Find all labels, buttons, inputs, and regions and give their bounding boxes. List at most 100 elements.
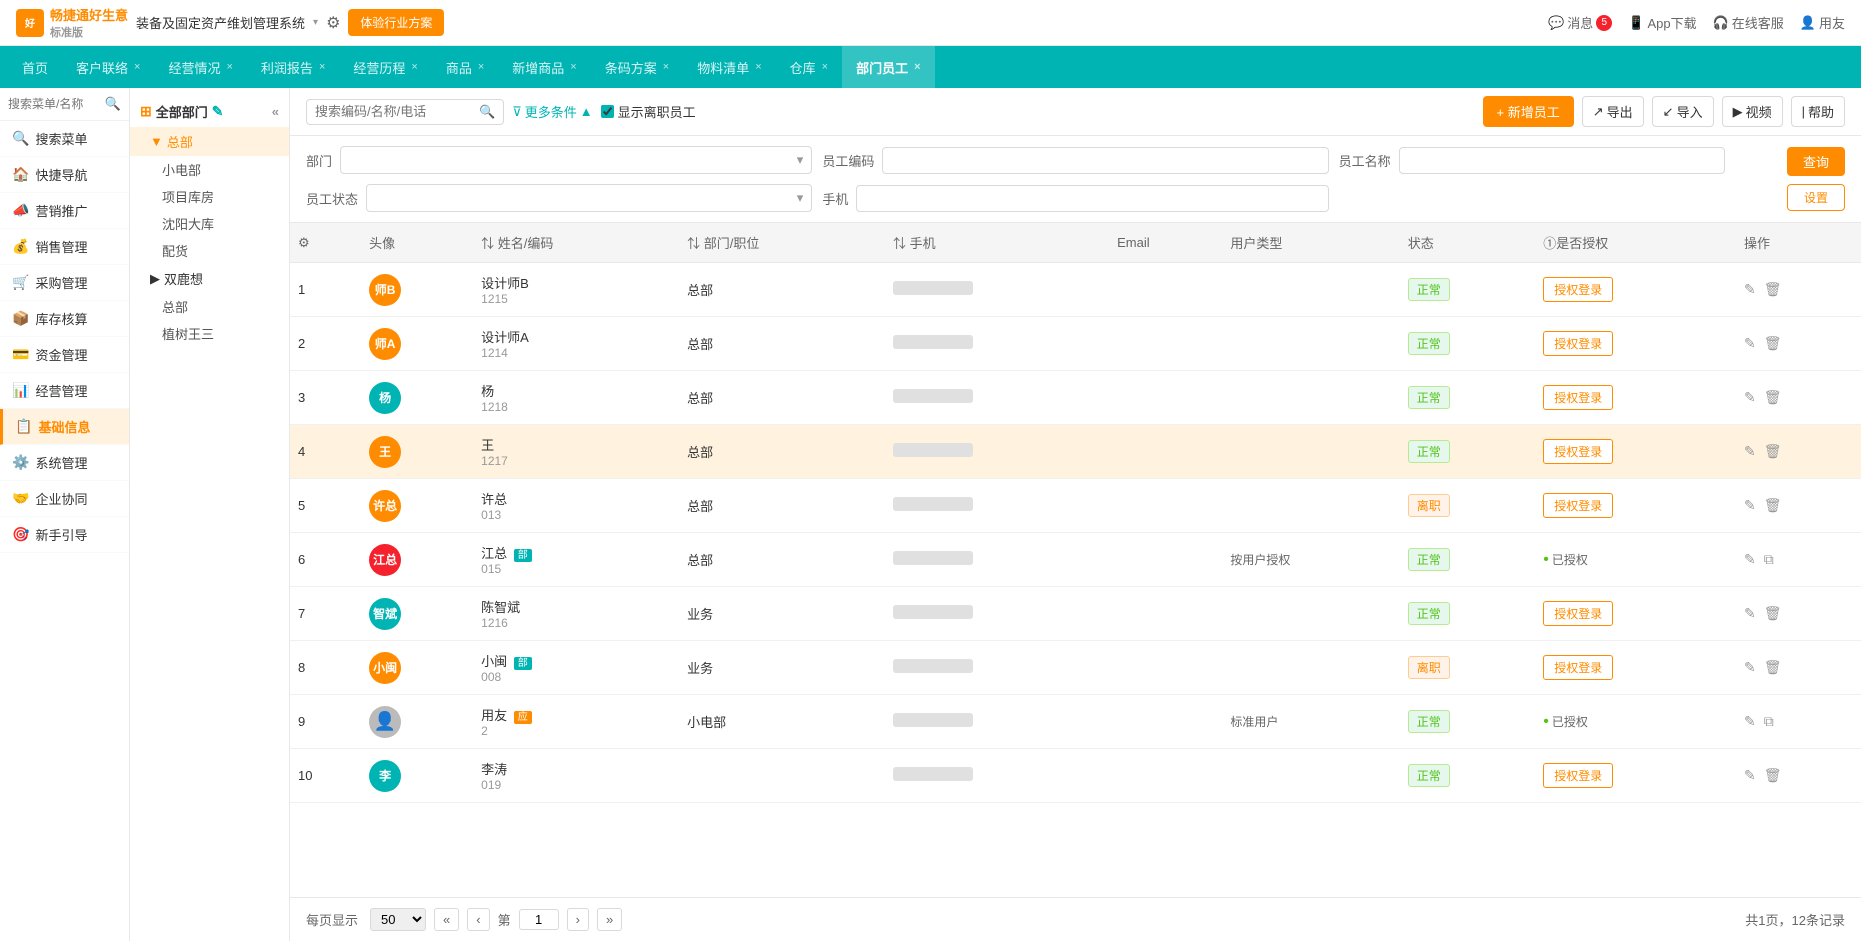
tab-bom[interactable]: 物料清单 ×	[683, 46, 775, 88]
delete-icon[interactable]: 🗑	[1764, 497, 1782, 514]
tab-business[interactable]: 经营情况 ×	[154, 46, 246, 88]
auth-login-button[interactable]: 授权登录	[1543, 277, 1613, 302]
tab-close-bom[interactable]: ×	[755, 61, 761, 73]
settings-icon[interactable]: ⚙	[326, 13, 340, 33]
filter-emp-status-select[interactable]: ▾	[366, 184, 812, 212]
dept-item-xiao-dian[interactable]: 小电部	[130, 156, 289, 183]
delete-icon[interactable]: 🗑	[1764, 443, 1782, 460]
delete-icon[interactable]: 🗑	[1764, 767, 1782, 784]
dept-item-shenyang[interactable]: 沈阳大库	[130, 210, 289, 237]
edit-icon[interactable]: ✎	[1744, 443, 1756, 460]
filter-emp-code-input[interactable]	[882, 147, 1328, 174]
col-settings[interactable]: ⚙	[290, 223, 361, 263]
query-button[interactable]: 查询	[1787, 147, 1845, 176]
sidebar-item-operation[interactable]: 📊经营管理	[0, 373, 129, 409]
edit-icon[interactable]: ✎	[1744, 389, 1756, 406]
dept-all-label[interactable]: 全部部门	[156, 102, 208, 121]
tab-close-dept[interactable]: ×	[914, 61, 920, 73]
show-resigned-label[interactable]: 显示离职员工	[618, 102, 696, 121]
view-button[interactable]: ▶ 视频	[1722, 96, 1783, 127]
sidebar-item-nav[interactable]: 🏠快捷导航	[0, 157, 129, 193]
sidebar-item-finance[interactable]: 💳资金管理	[0, 337, 129, 373]
auth-login-button[interactable]: 授权登录	[1543, 655, 1613, 680]
auth-login-button[interactable]: 授权登录	[1543, 385, 1613, 410]
page-number-input[interactable]	[519, 909, 559, 930]
sidebar-item-search[interactable]: 🔍搜索菜单	[0, 121, 129, 157]
dept-item-project[interactable]: 项目库房	[130, 183, 289, 210]
tab-close-profit[interactable]: ×	[319, 61, 325, 73]
tab-home[interactable]: 首页	[8, 46, 62, 88]
delete-icon[interactable]: 🗑	[1764, 605, 1782, 622]
delete-icon[interactable]: 🗑	[1764, 281, 1782, 298]
last-page-button[interactable]: »	[597, 908, 622, 931]
tab-close-customer[interactable]: ×	[134, 61, 140, 73]
edit-icon[interactable]: ✎	[1744, 497, 1756, 514]
sidebar-search-input[interactable]	[8, 97, 105, 111]
tab-new-goods[interactable]: 新增商品 ×	[498, 46, 590, 88]
tab-close-goods[interactable]: ×	[478, 61, 484, 73]
tab-close-barcode[interactable]: ×	[663, 61, 669, 73]
show-resigned-checkbox[interactable]	[601, 105, 614, 118]
dept-item-shuanglu[interactable]: ▶ 双鹿想	[130, 264, 289, 293]
sidebar-item-sales[interactable]: 💰销售管理	[0, 229, 129, 265]
first-page-button[interactable]: «	[434, 908, 459, 931]
edit-icon[interactable]: ✎	[1744, 713, 1756, 730]
col-dept-pos[interactable]: ⇅ 部门/职位	[679, 223, 885, 263]
tab-close-history[interactable]: ×	[411, 61, 417, 73]
dept-item-hq-parent[interactable]: ▼ 总部	[130, 127, 289, 156]
edit-icon[interactable]: ✎	[1744, 281, 1756, 298]
filter-dept-select[interactable]: ▾	[340, 146, 812, 174]
tab-dept-staff[interactable]: 部门员工 ×	[842, 46, 934, 88]
per-page-select[interactable]: 50 20 100	[370, 908, 426, 931]
tab-close-new-goods[interactable]: ×	[570, 61, 576, 73]
delete-icon[interactable]: 🗑	[1764, 389, 1782, 406]
add-employee-button[interactable]: + 新增员工	[1483, 96, 1574, 127]
filter-phone-input[interactable]	[856, 185, 1328, 212]
tab-close-warehouse[interactable]: ×	[822, 61, 828, 73]
search-input[interactable]	[315, 104, 475, 119]
edit-icon[interactable]: ✎	[1744, 605, 1756, 622]
sidebar-item-collab[interactable]: 🤝企业协同	[0, 481, 129, 517]
sidebar-item-marketing[interactable]: 📣营销推广	[0, 193, 129, 229]
reset-button[interactable]: 设置	[1787, 184, 1845, 211]
auth-login-button[interactable]: 授权登录	[1543, 763, 1613, 788]
auth-login-button[interactable]: 授权登录	[1543, 493, 1613, 518]
dept-collapse-icon[interactable]: «	[272, 104, 279, 119]
tab-customer[interactable]: 客户联络 ×	[62, 46, 154, 88]
sidebar-item-inventory[interactable]: 📦库存核算	[0, 301, 129, 337]
edit-icon[interactable]: ✎	[1744, 335, 1756, 352]
dept-item-distribution[interactable]: 配货	[130, 237, 289, 264]
tab-goods[interactable]: 商品 ×	[432, 46, 498, 88]
delete-icon[interactable]: 🗑	[1764, 335, 1782, 352]
col-phone[interactable]: ⇅ 手机	[885, 223, 1109, 263]
sidebar-item-purchase[interactable]: 🛒采购管理	[0, 265, 129, 301]
tab-barcode[interactable]: 条码方案 ×	[591, 46, 683, 88]
dept-item-zongbu[interactable]: 总部	[130, 293, 289, 320]
copy-icon[interactable]: ⧉	[1764, 551, 1774, 568]
export-button[interactable]: ↗ 导出	[1582, 96, 1644, 127]
tab-profit[interactable]: 利润报告 ×	[247, 46, 339, 88]
more-filter-btn[interactable]: ⊽ 更多条件 ▲	[512, 102, 592, 121]
filter-emp-name-input[interactable]	[1399, 147, 1725, 174]
next-page-button[interactable]: ›	[567, 908, 589, 931]
import-button[interactable]: ↙ 导入	[1652, 96, 1714, 127]
prev-page-button[interactable]: ‹	[467, 908, 489, 931]
dept-item-planting[interactable]: 植树王三	[130, 320, 289, 347]
auth-login-button[interactable]: 授权登录	[1543, 439, 1613, 464]
tab-history[interactable]: 经营历程 ×	[339, 46, 431, 88]
edit-icon[interactable]: ✎	[1744, 659, 1756, 676]
sidebar-item-guide[interactable]: 🎯新手引导	[0, 517, 129, 553]
auth-login-button[interactable]: 授权登录	[1543, 331, 1613, 356]
sidebar-item-system[interactable]: ⚙️系统管理	[0, 445, 129, 481]
help-button[interactable]: | 帮助	[1791, 96, 1845, 127]
col-name-code[interactable]: ⇅ 姓名/编码	[473, 223, 679, 263]
user-menu[interactable]: 👤 用友	[1800, 13, 1845, 32]
online-service-btn[interactable]: 🎧 在线客服	[1713, 13, 1784, 32]
system-title-dropdown[interactable]: ▾	[313, 17, 318, 28]
sidebar-item-basic[interactable]: 📋基础信息	[0, 409, 129, 445]
copy-icon[interactable]: ⧉	[1764, 713, 1774, 730]
app-download-btn[interactable]: 📱 App下载	[1628, 13, 1696, 32]
tab-warehouse[interactable]: 仓库 ×	[776, 46, 842, 88]
delete-icon[interactable]: 🗑	[1764, 659, 1782, 676]
trial-button[interactable]: 体验行业方案	[348, 9, 444, 36]
